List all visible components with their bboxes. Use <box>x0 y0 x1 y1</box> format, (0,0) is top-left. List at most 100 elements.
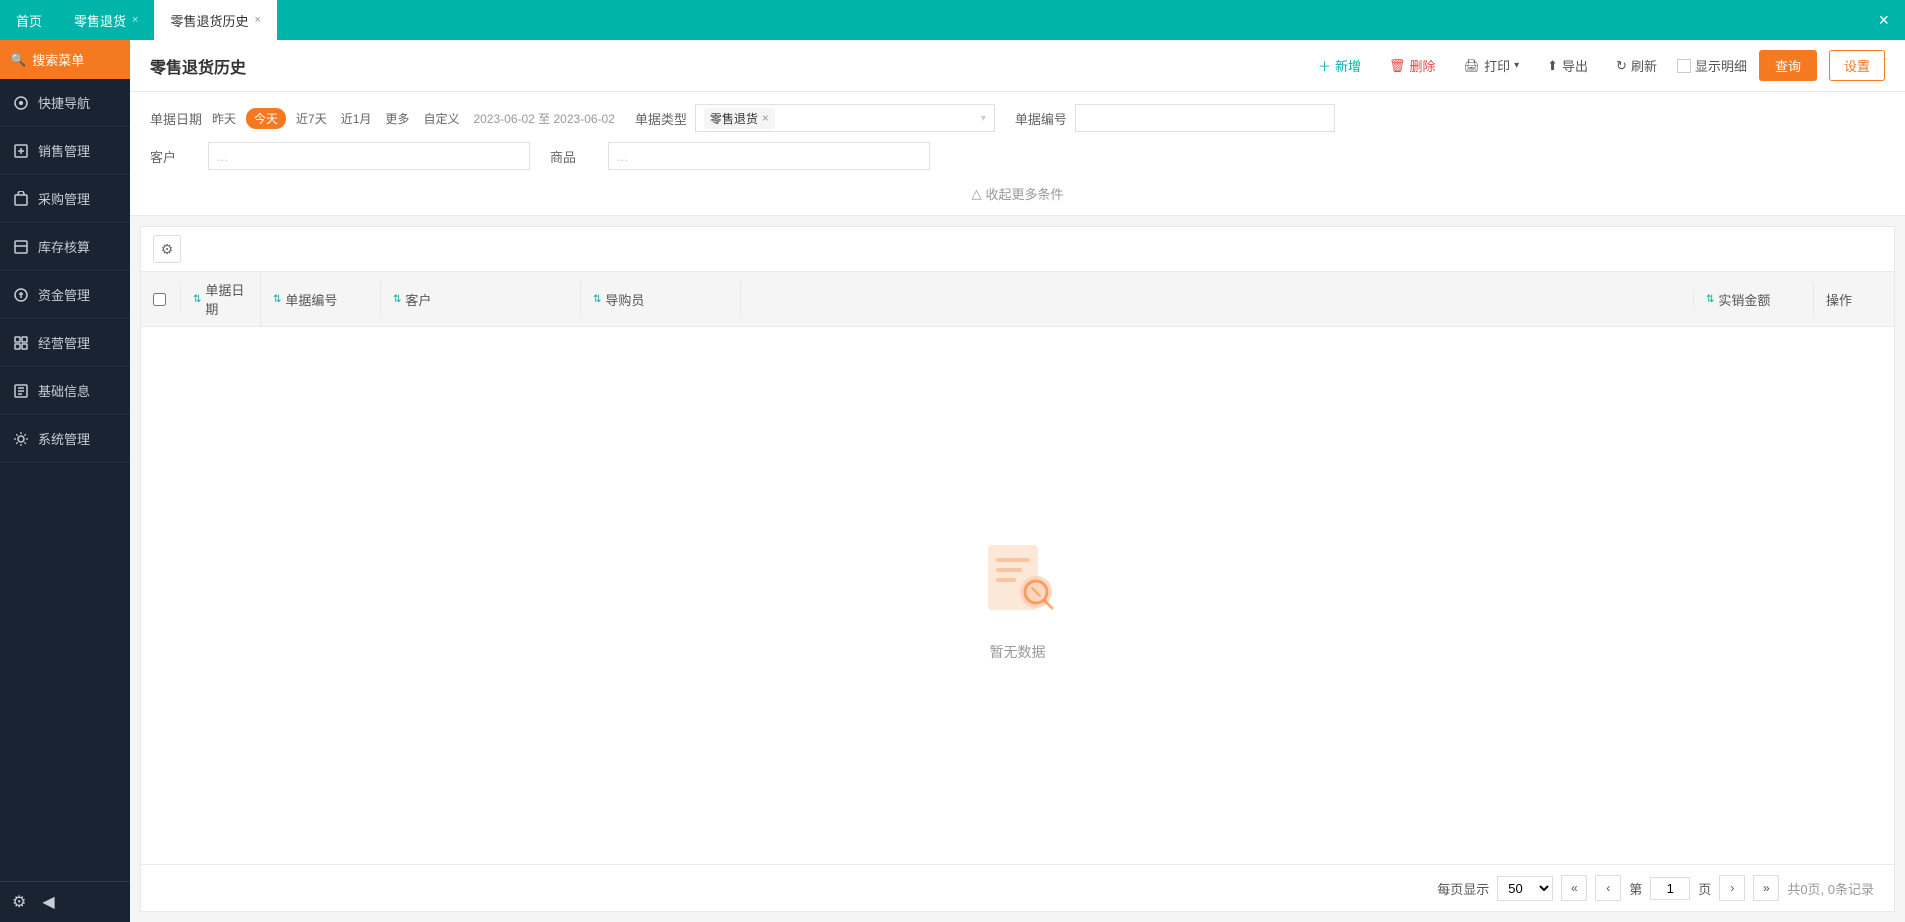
refresh-button[interactable]: ↻ 刷新 <box>1608 52 1665 79</box>
filter-type-chevron-icon: ▾ <box>981 113 986 124</box>
show-detail-checkbox[interactable] <box>1677 59 1691 73</box>
next-page-button[interactable]: › <box>1719 875 1745 901</box>
filter-type-tag: 零售退货 × <box>704 108 775 129</box>
sidebar-bottom: ⚙ ◀ <box>0 881 130 922</box>
sidebar-item-inventory[interactable]: 库存核算 <box>0 223 130 271</box>
sidebar-item-purchase[interactable]: 采购管理 <box>0 175 130 223</box>
th-checkbox <box>141 285 181 314</box>
toolbar: ＋ 新增 🗑 删除 🖨 打印 ▾ ⬆ 导出 ↻ 刷新 <box>1310 50 1885 81</box>
show-detail-label: 显示明细 <box>1695 56 1747 75</box>
purchase-icon <box>12 190 30 208</box>
page-label: 第 <box>1629 879 1642 898</box>
select-all-checkbox[interactable] <box>153 293 166 306</box>
collapse-button[interactable]: △ 收起更多条件 <box>971 184 1063 203</box>
tab-retail-return-history-close[interactable]: × <box>254 14 260 26</box>
filter-goods-placeholder: ... <box>617 149 628 164</box>
add-icon: ＋ <box>1318 56 1331 75</box>
filter-goods-select[interactable]: ... <box>608 142 930 170</box>
per-page-label: 每页显示 <box>1437 879 1489 898</box>
filter-goods-label: 商品 <box>550 147 600 166</box>
collapse-icon: △ <box>971 186 981 202</box>
last-page-button[interactable]: » <box>1753 875 1779 901</box>
prev-page-button[interactable]: ‹ <box>1595 875 1621 901</box>
empty-state-icon <box>968 530 1068 630</box>
th-spacer <box>741 291 1694 307</box>
page-title: 零售退货历史 <box>150 54 246 78</box>
per-page-select[interactable]: 10 20 50 100 <box>1497 876 1553 901</box>
th-date-label: 单据日期 <box>205 280 248 318</box>
print-button[interactable]: 🖨 打印 ▾ <box>1456 52 1528 79</box>
pagination: 每页显示 10 20 50 100 « ‹ 第 页 › » 共0页, 0条记录 <box>141 864 1894 911</box>
sidebar-settings-icon[interactable]: ⚙ <box>12 892 26 912</box>
date-range-display: 2023-06-02 至 2023-06-02 <box>473 110 614 127</box>
tab-retail-return-label: 零售退货 <box>74 11 126 30</box>
filter-customer-placeholder: ... <box>217 149 228 164</box>
sidebar-item-finance[interactable]: 资金管理 <box>0 271 130 319</box>
tab-retail-return[interactable]: 零售退货 × <box>58 0 154 40</box>
date-option-today[interactable]: 今天 <box>246 108 286 129</box>
basic-icon <box>12 382 30 400</box>
top-nav-tabs: 首页 零售退货 × 零售退货历史 × <box>0 0 1878 40</box>
table-header: ⇅ 单据日期 ⇅ 单据编号 ⇅ 客户 ⇅ 导购员 ⇅ 实销 <box>141 272 1894 327</box>
th-customer-label: 客户 <box>405 290 431 309</box>
sidebar-item-quick-nav[interactable]: 快捷导航 <box>0 79 130 127</box>
sidebar-item-basic[interactable]: 基础信息 <box>0 367 130 415</box>
operations-icon <box>12 334 30 352</box>
finance-icon <box>12 286 30 304</box>
refresh-label: 刷新 <box>1631 56 1657 75</box>
filter-customer-select[interactable]: ... <box>208 142 530 170</box>
filter-date-options: 昨天 今天 近7天 近1月 更多 自定义 <box>208 108 463 129</box>
sidebar-item-quick-nav-label: 快捷导航 <box>38 93 90 112</box>
th-guide-label: 导购员 <box>605 290 644 309</box>
th-amount-label: 实销金额 <box>1718 290 1770 309</box>
show-detail-toggle[interactable]: 显示明细 <box>1677 56 1747 75</box>
sidebar-item-purchase-label: 采购管理 <box>38 189 90 208</box>
sidebar: 🔍 搜索菜单 快捷导航 销售管理 采购管理 库存核算 <box>0 40 130 922</box>
filter-section: 单据日期 昨天 今天 近7天 近1月 更多 自定义 2023-06-02 至 2… <box>130 92 1905 216</box>
tab-retail-return-close[interactable]: × <box>132 14 138 26</box>
date-option-yesterday[interactable]: 昨天 <box>208 108 240 129</box>
date-option-custom[interactable]: 自定义 <box>419 108 463 129</box>
date-option-more[interactable]: 更多 <box>381 108 413 129</box>
filter-date-item: 单据日期 昨天 今天 近7天 近1月 更多 自定义 2023-06-02 至 2… <box>150 108 615 129</box>
filter-row-2: 客户 ... 商品 ... <box>150 142 1885 170</box>
sidebar-item-sales[interactable]: 销售管理 <box>0 127 130 175</box>
sidebar-item-inventory-label: 库存核算 <box>38 237 90 256</box>
filter-date-label: 单据日期 <box>150 109 202 128</box>
sidebar-item-operations[interactable]: 经营管理 <box>0 319 130 367</box>
sidebar-item-system[interactable]: 系统管理 <box>0 415 130 463</box>
th-amount: ⇅ 实销金额 <box>1694 282 1814 317</box>
filter-voucher-label: 单据编号 <box>1015 109 1067 128</box>
date-option-1month[interactable]: 近1月 <box>337 108 376 129</box>
refresh-icon: ↻ <box>1616 58 1627 74</box>
tab-home[interactable]: 首页 <box>0 0 58 40</box>
table-toolbar-row: ⚙ <box>141 227 1894 272</box>
th-guide-sort-icon: ⇅ <box>593 294 601 305</box>
sidebar-item-operations-label: 经营管理 <box>38 333 90 352</box>
settings-button[interactable]: 设置 <box>1829 50 1885 81</box>
filter-voucher-item: 单据编号 <box>1015 104 1335 132</box>
date-option-7days[interactable]: 近7天 <box>292 108 331 129</box>
sidebar-sound-icon[interactable]: ◀ <box>42 892 54 912</box>
filter-type-tag-close[interactable]: × <box>762 111 769 125</box>
first-page-button[interactable]: « <box>1561 875 1587 901</box>
empty-state: 暂无数据 <box>968 530 1068 662</box>
window-close-button[interactable]: × <box>1878 10 1889 31</box>
tab-retail-return-history[interactable]: 零售退货历史 × <box>154 0 276 40</box>
add-button[interactable]: ＋ 新增 <box>1310 52 1369 79</box>
table-settings-icon[interactable]: ⚙ <box>153 235 181 263</box>
page-header: 零售退货历史 ＋ 新增 🗑 删除 🖨 打印 ▾ ⬆ 导出 <box>130 40 1905 92</box>
export-button[interactable]: ⬆ 导出 <box>1539 52 1596 79</box>
delete-button[interactable]: 🗑 删除 <box>1381 52 1444 79</box>
inventory-icon <box>12 238 30 256</box>
total-info: 共0页, 0条记录 <box>1787 879 1874 898</box>
sidebar-item-sales-label: 销售管理 <box>38 141 90 160</box>
sidebar-search[interactable]: 🔍 搜索菜单 <box>0 40 130 79</box>
top-nav-bar: 首页 零售退货 × 零售退货历史 × × <box>0 0 1905 40</box>
tab-home-label: 首页 <box>16 11 42 30</box>
filter-voucher-input[interactable] <box>1075 104 1335 132</box>
page-number-input[interactable] <box>1650 877 1690 900</box>
filter-type-select[interactable]: 零售退货 × ▾ <box>695 104 995 132</box>
filter-customer-label: 客户 <box>150 147 200 166</box>
query-button[interactable]: 查询 <box>1759 50 1817 81</box>
